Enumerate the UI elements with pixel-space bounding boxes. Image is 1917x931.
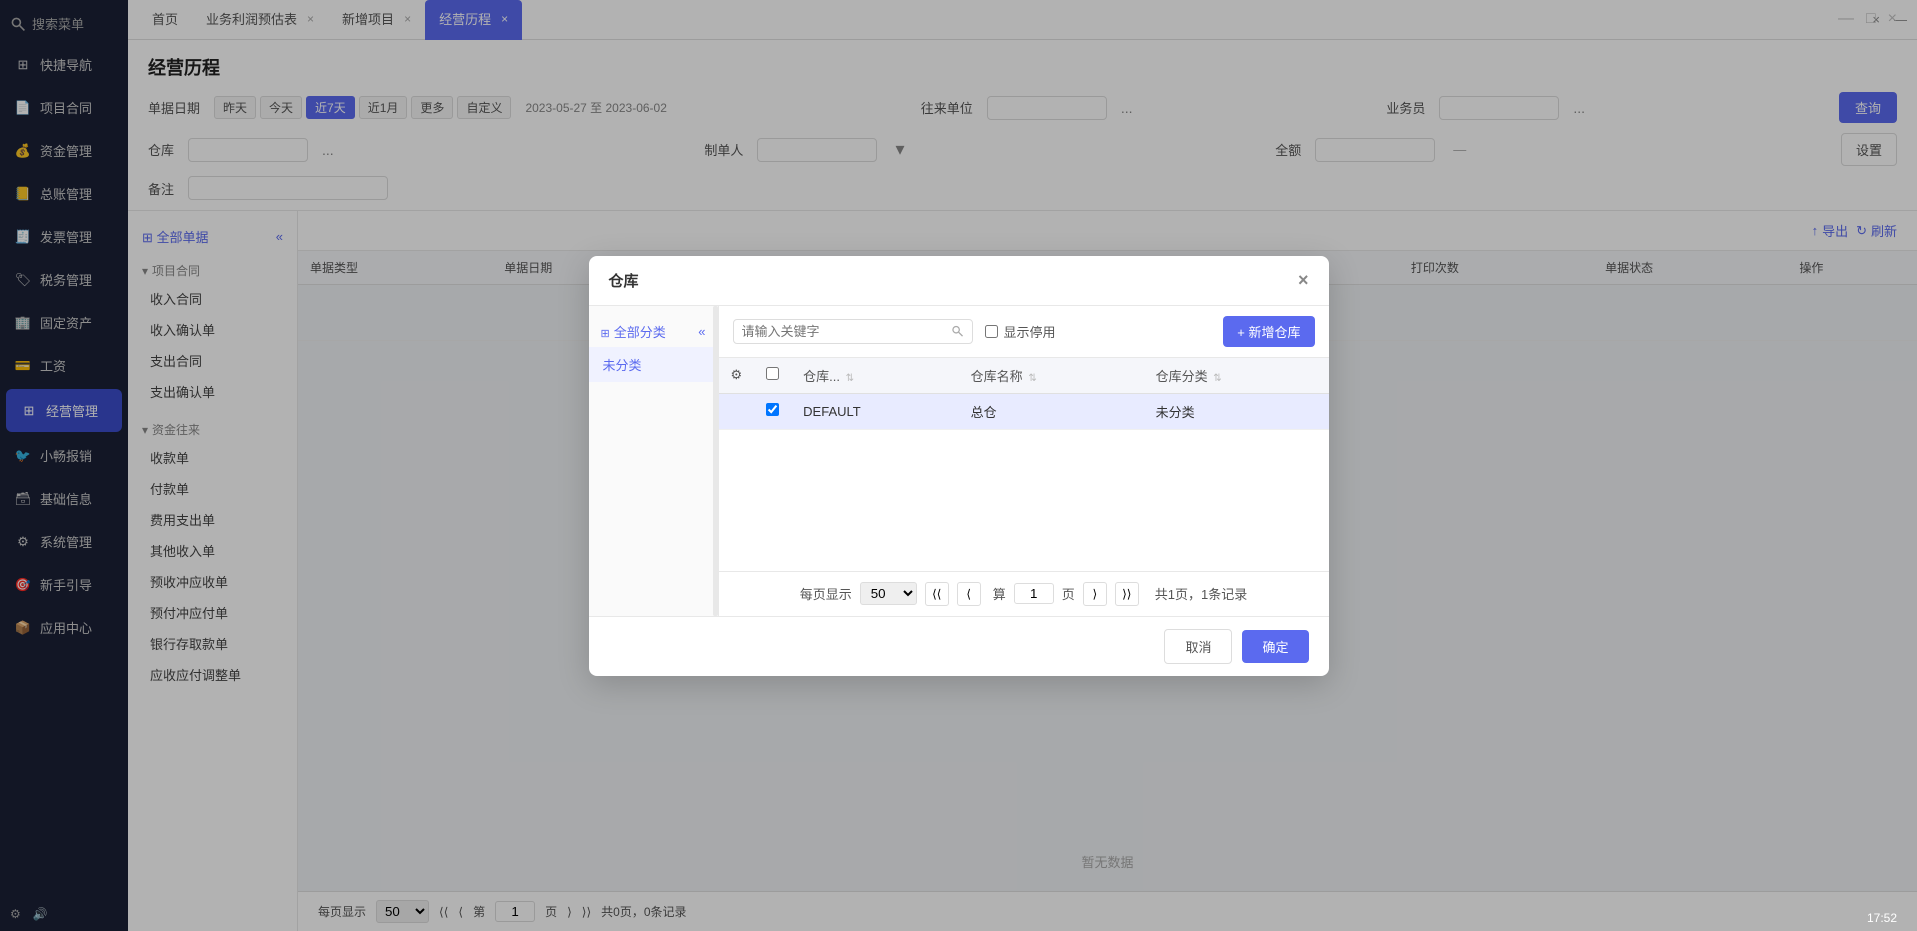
modal-table-area: ⚙ 仓库... ⇅ 仓库名称 (719, 358, 1329, 571)
select-all-checkbox[interactable] (766, 367, 779, 380)
modal-page-size-select[interactable]: 50 100 (860, 582, 917, 605)
row-checkbox[interactable] (766, 403, 779, 416)
modal-pagination: 每页显示 50 100 ⟨⟨ ⟨ 算 页 ⟩ ⟩⟩ 共1页，1条记录 (719, 571, 1329, 616)
modal-page-number-input[interactable] (1014, 583, 1054, 604)
modal-left-header: ⊞全部分类 « (589, 316, 718, 347)
modal-toolbar: 显示停用 + 新增仓库 (719, 306, 1329, 358)
modal-overlay[interactable]: 仓库 × ⊞全部分类 « 未分类 (0, 0, 1917, 931)
category-sort-icon[interactable]: ⇅ (1213, 373, 1221, 384)
left-panel-scrollbar[interactable] (713, 306, 718, 616)
name-sort-icon[interactable]: ⇅ (1028, 373, 1036, 384)
col-warehouse-code: 仓库... ⇅ (791, 358, 959, 394)
grid-icon-2: ⊞ (601, 328, 610, 340)
win-maximize-button[interactable]: □ (1866, 10, 1876, 28)
modal-total-label: 共1页，1条记录 (1155, 584, 1247, 603)
modal-search-box[interactable] (733, 319, 973, 344)
modal-cancel-button[interactable]: 取消 (1164, 629, 1232, 664)
modal-header: 仓库 × (589, 256, 1329, 306)
table-settings-icon[interactable]: ⚙ (731, 367, 743, 382)
modal-left-collapse-icon[interactable]: « (698, 324, 705, 339)
col-warehouse-name: 仓库名称 ⇅ (959, 358, 1144, 394)
modal-right-panel: 显示停用 + 新增仓库 ⚙ (719, 306, 1329, 616)
table-row[interactable]: DEFAULT 总仓 未分类 (719, 393, 1329, 429)
row-settings-cell (719, 393, 755, 429)
window-controls: — □ × (1838, 10, 1897, 28)
modal-body: ⊞全部分类 « 未分类 (589, 306, 1329, 616)
modal-search-input[interactable] (742, 324, 945, 339)
row-check-cell (754, 393, 791, 429)
warehouse-modal: 仓库 × ⊞全部分类 « 未分类 (589, 256, 1329, 676)
modal-add-warehouse-button[interactable]: + 新增仓库 (1223, 316, 1314, 347)
modal-close-button[interactable]: × (1298, 270, 1309, 291)
win-close-button[interactable]: × (1888, 10, 1897, 28)
col-warehouse-category: 仓库分类 ⇅ (1144, 358, 1329, 394)
modal-footer: 取消 确定 (589, 616, 1329, 676)
modal-all-category-label[interactable]: ⊞全部分类 (601, 322, 666, 341)
win-minimize-button[interactable]: — (1838, 10, 1854, 28)
modal-title: 仓库 (609, 270, 639, 291)
modal-search-icon (951, 324, 964, 338)
modal-pag-prev[interactable]: ⟨ (957, 582, 981, 606)
modal-show-disabled-checkbox[interactable]: 显示停用 (985, 322, 1056, 341)
show-disabled-input[interactable] (985, 325, 998, 338)
col-settings-icon: ⚙ (719, 358, 755, 394)
modal-left-item-uncategorized[interactable]: 未分类 (589, 347, 718, 382)
clock: 17:52 (1867, 911, 1897, 925)
modal-warehouse-table: ⚙ 仓库... ⇅ 仓库名称 (719, 358, 1329, 430)
modal-pag-last[interactable]: ⟩⟩ (1115, 582, 1139, 606)
modal-pag-next[interactable]: ⟩ (1083, 582, 1107, 606)
row-code-cell: DEFAULT (791, 393, 959, 429)
col-checkbox (754, 358, 791, 394)
modal-confirm-button[interactable]: 确定 (1242, 630, 1308, 663)
modal-pag-first[interactable]: ⟨⟨ (925, 582, 949, 606)
modal-left-panel: ⊞全部分类 « 未分类 (589, 306, 719, 616)
row-category-cell: 未分类 (1144, 393, 1329, 429)
row-name-cell: 总仓 (959, 393, 1144, 429)
code-sort-icon[interactable]: ⇅ (846, 373, 854, 384)
